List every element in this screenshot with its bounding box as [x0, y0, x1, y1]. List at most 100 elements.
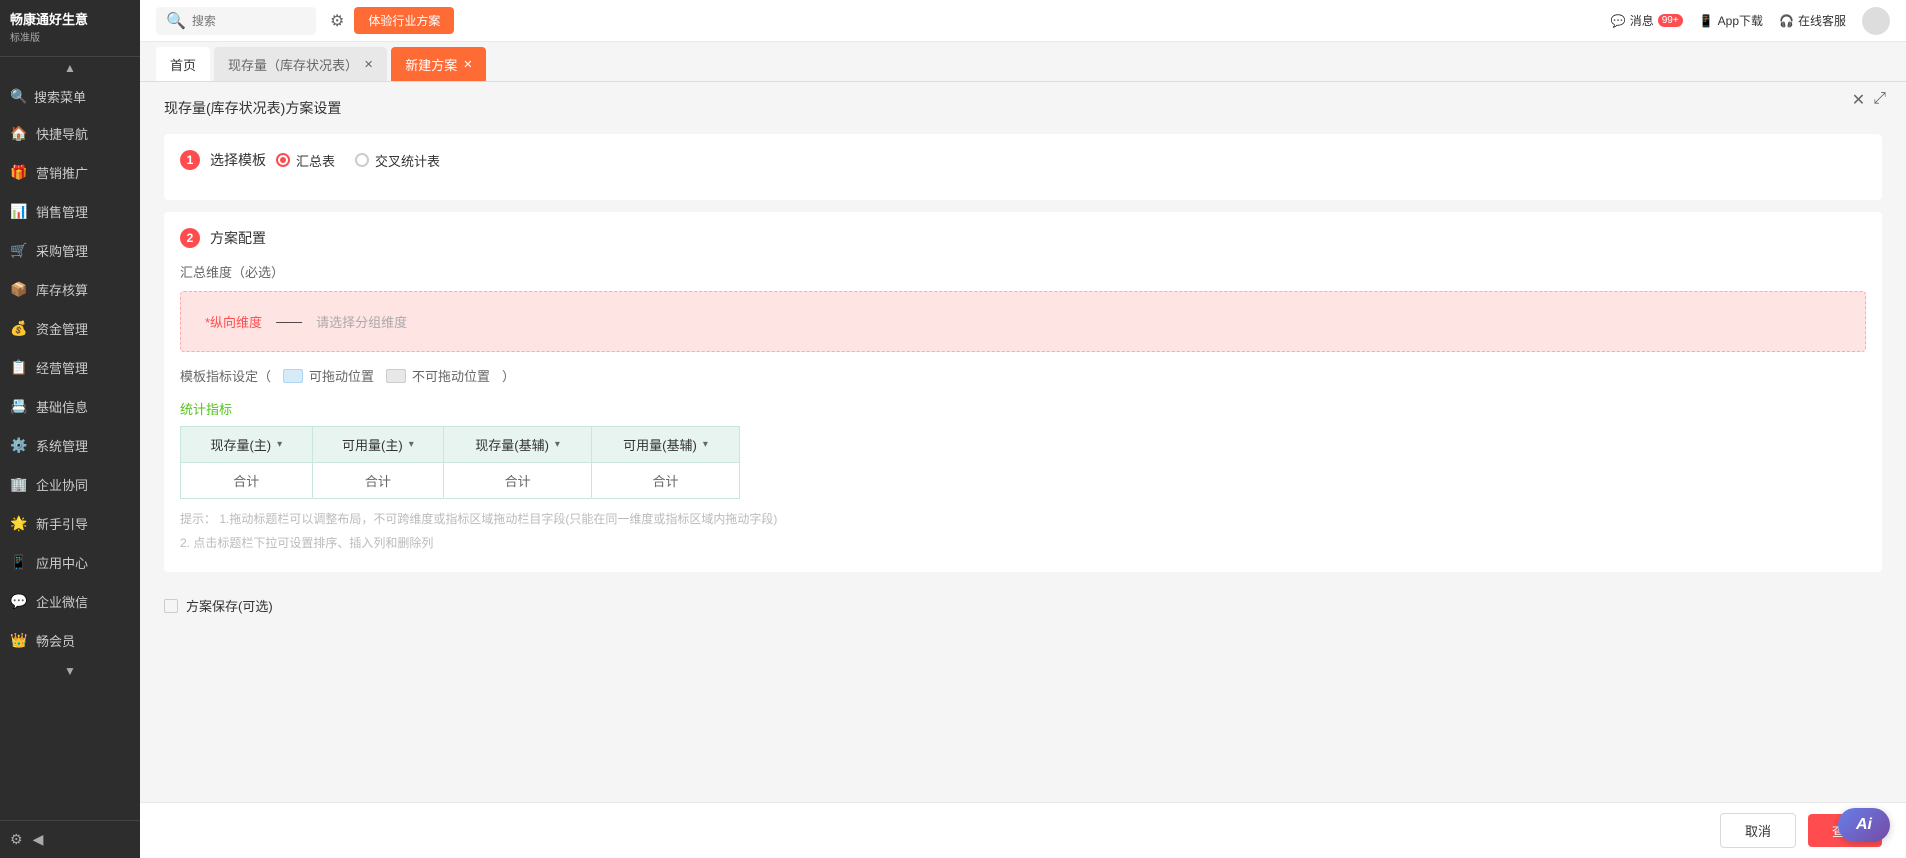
app-download-item[interactable]: 📱 App下载: [1699, 12, 1763, 29]
th-available-aux-label: 可用量(基辅): [623, 435, 697, 454]
section2-header: 2 方案配置: [180, 228, 1866, 248]
sidebar-item-newcomer[interactable]: 🌟 新手引导: [0, 504, 140, 543]
cell-0-2: 合计: [444, 463, 592, 499]
message-label: 消息: [1630, 12, 1654, 29]
sidebar-item-quick-nav[interactable]: 🏠 快捷导航: [0, 114, 140, 153]
fixed-box: [386, 369, 406, 383]
indicator-label-suffix: ）: [502, 366, 515, 385]
section2-number: 2: [180, 228, 200, 248]
collapse-icon[interactable]: ◀: [33, 831, 44, 848]
radio-summary[interactable]: 汇总表: [276, 151, 335, 170]
vertical-dim-area[interactable]: *纵向维度 —— 请选择分组维度: [180, 291, 1866, 352]
sidebar-item-label: 应用中心: [36, 553, 88, 572]
sidebar-item-sales[interactable]: 📊 销售管理: [0, 192, 140, 231]
th-current-aux[interactable]: 现存量(基辅) ▾: [444, 427, 592, 463]
sidebar-item-member[interactable]: 👑 畅会员: [0, 621, 140, 660]
sidebar-item-label: 经营管理: [36, 358, 88, 377]
search-input[interactable]: [192, 14, 312, 28]
sidebar-item-label: 资金管理: [36, 319, 88, 338]
sidebar-item-search-menu[interactable]: 🔍 搜索菜单: [0, 79, 140, 114]
chevron-down-icon-1[interactable]: ▾: [409, 439, 414, 450]
sidebar-item-wechat[interactable]: 💬 企业微信: [0, 582, 140, 621]
sidebar-item-label: 营销推广: [36, 163, 88, 182]
gear-icon[interactable]: ⚙: [330, 11, 344, 31]
cell-0-3: 合计: [592, 463, 740, 499]
sidebar-scroll-up[interactable]: ▲: [0, 57, 140, 79]
sidebar-item-label: 基础信息: [36, 397, 88, 416]
th-available-main[interactable]: 可用量(主) ▾: [312, 427, 444, 463]
radio-cross[interactable]: 交叉统计表: [355, 151, 440, 170]
sidebar-item-label: 畅会员: [36, 631, 75, 650]
headset-icon: 🎧: [1779, 14, 1794, 28]
sidebar: 畅康通好生意 标准版 ▲ 🔍 搜索菜单 🏠 快捷导航 🎁 营销推广 📊 销售管理…: [0, 0, 140, 858]
sidebar-item-marketing[interactable]: 🎁 营销推广: [0, 153, 140, 192]
indicator-row: 模板指标设定（ 可拖动位置 不可拖动位置 ）: [180, 366, 1866, 385]
sidebar-item-company[interactable]: 🏢 企业协同: [0, 465, 140, 504]
window-expand-icon[interactable]: ⤢: [1873, 90, 1886, 110]
section1-title: 选择模板: [210, 150, 266, 170]
fixed-indicator: 不可拖动位置: [386, 366, 490, 385]
tab-inventory[interactable]: 现存量（库存状况表） ✕: [214, 47, 387, 81]
tip-2: 2. 点击标题栏下拉可设置排序、插入列和删除列: [180, 533, 1866, 555]
sidebar-item-inventory[interactable]: 📦 库存核算: [0, 270, 140, 309]
sidebar-logo: 畅康通好生意 标准版: [0, 0, 140, 57]
online-service-item[interactable]: 🎧 在线客服: [1779, 12, 1846, 29]
sidebar-item-label: 采购管理: [36, 241, 88, 260]
stats-table: 现存量(主) ▾ 可用量(主) ▾ 现存量(基辅: [180, 426, 740, 499]
tips-area: 提示： 1.拖动标题栏可以调整布局，不可跨维度或指标区域拖动栏目字段(只能在同一…: [180, 509, 1866, 554]
radio-cross-label: 交叉统计表: [375, 151, 440, 170]
sidebar-scroll-down[interactable]: ▼: [0, 660, 140, 682]
sales-icon: 📊: [10, 202, 28, 220]
sidebar-item-business[interactable]: 📋 经营管理: [0, 348, 140, 387]
sidebar-item-label: 快捷导航: [36, 124, 88, 143]
cancel-button[interactable]: 取消: [1720, 813, 1796, 848]
sidebar-item-finance[interactable]: 💰 资金管理: [0, 309, 140, 348]
industry-btn[interactable]: 体验行业方案: [354, 7, 454, 34]
section1-header: 1 选择模板 汇总表 交叉统计表: [180, 150, 1866, 170]
section-choose-template: 1 选择模板 汇总表 交叉统计表: [164, 134, 1882, 200]
sidebar-item-label: 新手引导: [36, 514, 88, 533]
chevron-down-icon-3[interactable]: ▾: [703, 439, 708, 450]
tab-new-plan-close[interactable]: ✕: [463, 58, 472, 71]
chevron-down-icon-2[interactable]: ▾: [555, 439, 560, 450]
sidebar-item-appstore[interactable]: 📱 应用中心: [0, 543, 140, 582]
section1-number: 1: [180, 150, 200, 170]
page-title: 现存量(库存状况表)方案设置: [164, 98, 1882, 118]
message-badge: 99+: [1658, 14, 1683, 27]
inventory-icon: 📦: [10, 280, 28, 298]
cell-0-0: 合计: [181, 463, 313, 499]
online-service-label: 在线客服: [1798, 12, 1846, 29]
mobile-icon: 📱: [1699, 14, 1714, 28]
message-icon: 💬: [1611, 14, 1626, 28]
fixed-label: 不可拖动位置: [412, 366, 490, 385]
chevron-down-icon-0[interactable]: ▾: [277, 439, 282, 450]
sidebar-item-label: 搜索菜单: [34, 87, 86, 106]
topbar: 🔍 ⚙ 体验行业方案 💬 消息 99+ 📱 App下载 🎧 在线客服: [140, 0, 1906, 42]
system-icon: ⚙️: [10, 436, 28, 454]
sidebar-item-basic[interactable]: 📇 基础信息: [0, 387, 140, 426]
tab-inventory-close[interactable]: ✕: [364, 58, 373, 71]
th-current-aux-label: 现存量(基辅): [475, 435, 549, 454]
settings-icon[interactable]: ⚙: [10, 831, 23, 848]
topbar-search[interactable]: 🔍: [156, 7, 316, 35]
sidebar-item-purchase[interactable]: 🛒 采购管理: [0, 231, 140, 270]
save-checkbox[interactable]: [164, 599, 178, 613]
search-icon: 🔍: [166, 11, 186, 31]
business-icon: 📋: [10, 358, 28, 376]
sidebar-item-label: 系统管理: [36, 436, 88, 455]
ai-badge[interactable]: Ai: [1838, 808, 1890, 842]
th-current-main[interactable]: 现存量(主) ▾: [181, 427, 313, 463]
sidebar-item-system[interactable]: ⚙️ 系统管理: [0, 426, 140, 465]
window-close-icon[interactable]: ✕: [1852, 90, 1865, 110]
avatar[interactable]: [1862, 7, 1890, 35]
th-available-aux[interactable]: 可用量(基辅) ▾: [592, 427, 740, 463]
template-radio-group: 汇总表 交叉统计表: [276, 151, 440, 170]
app-subtitle: 标准版: [10, 29, 130, 44]
draggable-box: [283, 369, 303, 383]
section-plan-config: 2 方案配置 汇总维度（必选） *纵向维度 —— 请选择分组维度 模板指标设定（…: [164, 212, 1882, 572]
tab-new-plan[interactable]: 新建方案 ✕: [391, 47, 486, 81]
indicator-label-prefix: 模板指标设定（: [180, 366, 271, 385]
tab-home[interactable]: 首页: [156, 47, 210, 81]
message-item[interactable]: 💬 消息 99+: [1611, 12, 1683, 29]
tip-1: 提示： 1.拖动标题栏可以调整布局，不可跨维度或指标区域拖动栏目字段(只能在同一…: [180, 509, 1866, 531]
